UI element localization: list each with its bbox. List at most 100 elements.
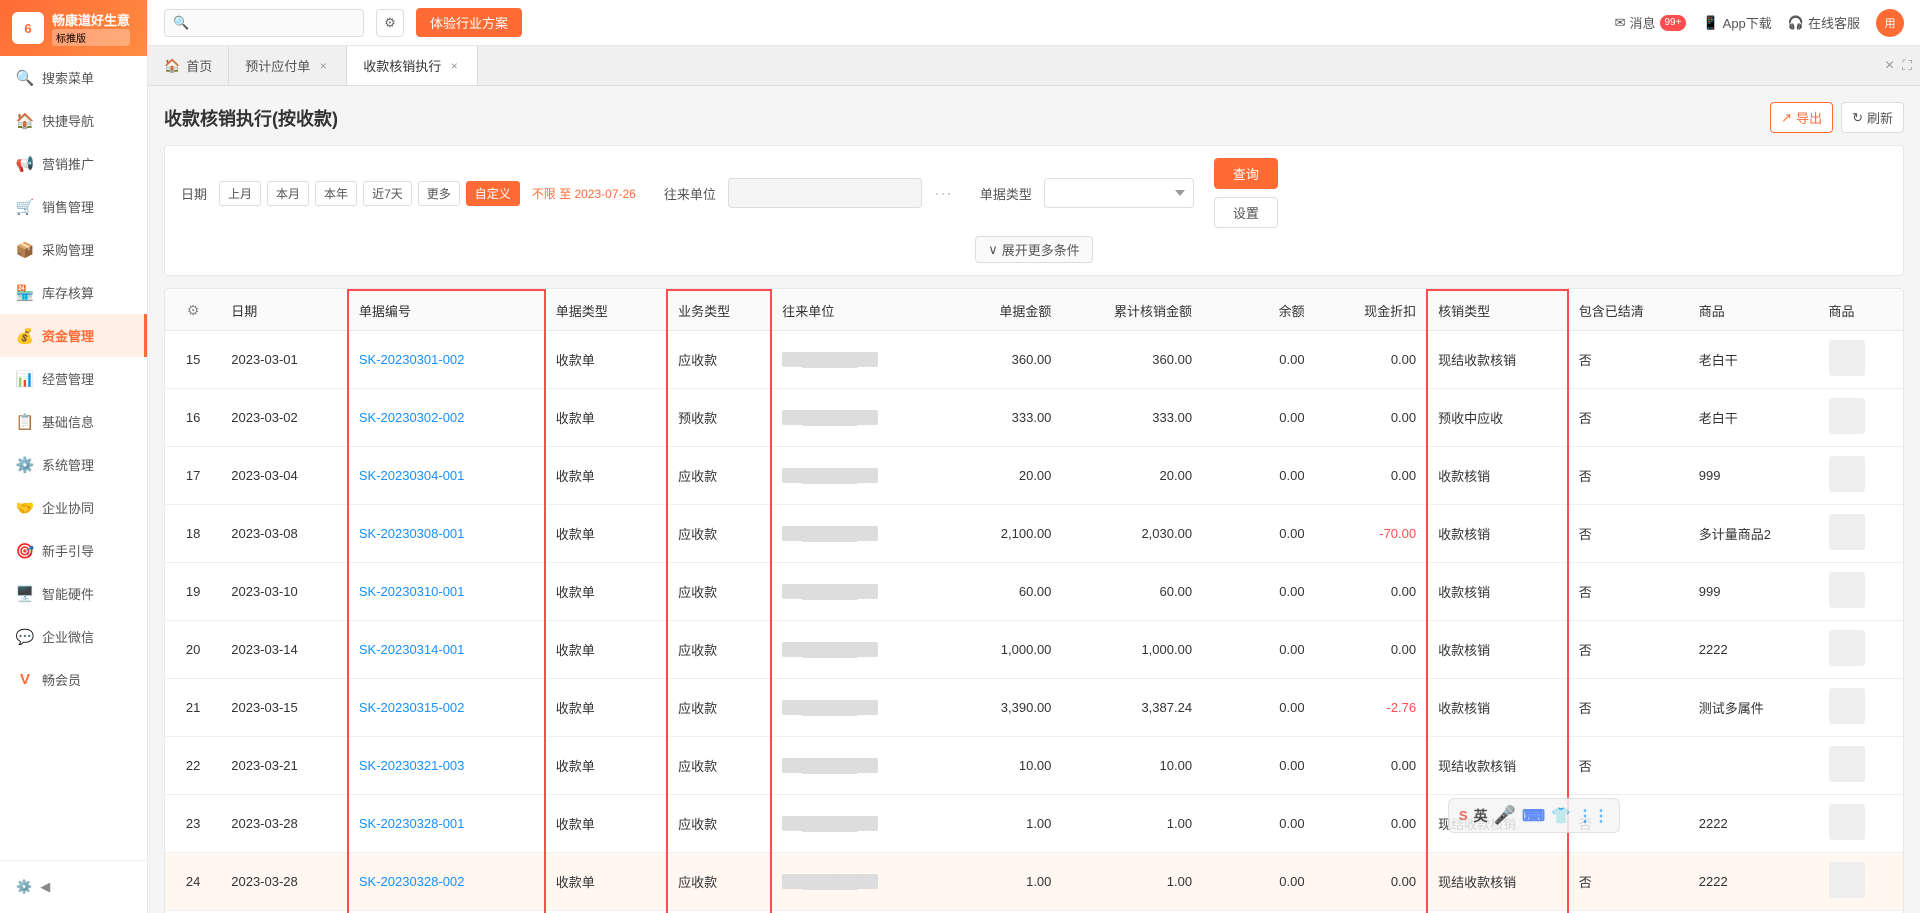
cell-doctype: 收款单 (545, 679, 667, 737)
cell-included: 否 (1568, 389, 1689, 447)
newbie-icon: 🎯 (16, 542, 34, 560)
cell-canceltype: 预收中应收 (1427, 389, 1568, 447)
cell-balance: 0.00 (1202, 331, 1315, 389)
th-discount: 现金折扣 (1315, 290, 1428, 331)
partner-input[interactable] (728, 178, 922, 208)
filter-date-range: 不限 至 2023-07-26 (532, 185, 636, 202)
cell-included: 否 (1568, 679, 1689, 737)
tab-fullscreen-icon[interactable]: ⛶ (1902, 57, 1912, 74)
export-button[interactable]: ↗ 导出 (1770, 102, 1833, 133)
column-settings-icon[interactable]: ⚙ (187, 302, 200, 318)
sidebar-item-shortcut[interactable]: 🏠 快捷导航 (0, 99, 147, 142)
cell-included: 否 (1568, 737, 1689, 795)
th-partner: 往来单位 (771, 290, 935, 331)
cell-amount: 2,100.00 (935, 505, 1062, 563)
date-btn-this-month[interactable]: 本月 (267, 181, 309, 206)
cell-balance: 0.00 (1202, 389, 1315, 447)
sidebar-item-wechat[interactable]: 💬 企业微信 (0, 615, 147, 658)
cell-amount: 1.00 (935, 795, 1062, 853)
industry-solution-button[interactable]: 体验行业方案 (416, 8, 522, 37)
date-btn-this-year[interactable]: 本年 (315, 181, 357, 206)
th-amount: 单据金额 (935, 290, 1062, 331)
sidebar-item-operations[interactable]: 📊 经营管理 (0, 357, 147, 400)
date-btn-last-month[interactable]: 上月 (219, 181, 261, 206)
cell-goods: 2222 (1689, 795, 1819, 853)
online-service-button[interactable]: 🎧 在线客服 (1788, 13, 1860, 32)
cell-cumamt: 3,387.24 (1061, 679, 1202, 737)
tab-prepay[interactable]: 预计应付单 × (229, 46, 347, 85)
sidebar-item-marketing[interactable]: 📢 营销推广 (0, 142, 147, 185)
cell-partner: ██████ (771, 331, 935, 389)
cell-date: 2023-03-04 (221, 447, 348, 505)
cell-num: 24 (165, 853, 221, 911)
sidebar-item-purchase[interactable]: 📦 采购管理 (0, 228, 147, 271)
cell-num: 19 (165, 563, 221, 621)
finance-icon: 💰 (16, 327, 34, 345)
date-btn-more[interactable]: 更多 (418, 181, 460, 206)
docno-link[interactable]: SK-20230328-002 (359, 874, 465, 889)
table-wrap: ⚙ 日期 单据编号 单据类型 业务类型 往来单位 单据金额 累计核销金额 余额 … (164, 288, 1904, 913)
cell-biztype: 应收款 (667, 621, 771, 679)
refresh-button[interactable]: ↻ 刷新 (1841, 102, 1904, 133)
sidebar-item-sales[interactable]: 🛒 销售管理 (0, 185, 147, 228)
sidebar-item-basic[interactable]: 📋 基础信息 (0, 400, 147, 443)
app-download-button[interactable]: 📱 App下载 (1702, 13, 1771, 32)
topbar-search-input[interactable] (195, 16, 355, 30)
cell-doctype: 收款单 (545, 389, 667, 447)
sidebar-item-search[interactable]: 🔍 搜索菜单 (0, 56, 147, 99)
sidebar-bottom-settings[interactable]: ⚙️ ◀ (0, 871, 147, 903)
cell-goods: 老白干 (1689, 389, 1819, 447)
query-button[interactable]: 查询 (1214, 158, 1278, 189)
tab-collection-close[interactable]: × (447, 59, 461, 73)
filter-settings-button[interactable]: 设置 (1214, 197, 1278, 228)
docno-link[interactable]: SK-20230328-001 (359, 816, 465, 831)
docno-link[interactable]: SK-20230304-001 (359, 468, 465, 483)
expand-more-button[interactable]: ∨ 展开更多条件 (975, 236, 1093, 263)
docno-link[interactable]: SK-20230314-001 (359, 642, 465, 657)
docno-link[interactable]: SK-20230301-002 (359, 352, 465, 367)
sidebar-item-finance[interactable]: 💰 资金管理 (0, 314, 147, 357)
tab-home[interactable]: 🏠 首页 (148, 46, 229, 85)
docno-link[interactable]: SK-20230310-001 (359, 584, 465, 599)
cell-doctype: 收款单 (545, 621, 667, 679)
docno-link[interactable]: SK-20230315-002 (359, 700, 465, 715)
tab-prepay-close[interactable]: × (316, 59, 330, 73)
docno-link[interactable]: SK-20230308-001 (359, 526, 465, 541)
sidebar-item-enterprise[interactable]: 🤝 企业协同 (0, 486, 147, 529)
action-buttons: 查询 设置 (1214, 158, 1278, 228)
date-btn-7days[interactable]: 近7天 (363, 181, 412, 206)
docno-link[interactable]: SK-20230302-002 (359, 410, 465, 425)
doctype-select[interactable] (1044, 178, 1194, 208)
table-row: 23 2023-03-28 SK-20230328-001 收款单 应收款 ██… (165, 795, 1903, 853)
user-avatar[interactable]: 用 (1876, 9, 1904, 37)
inventory-icon: 🏪 (16, 284, 34, 302)
topbar-gear-button[interactable]: ⚙ (376, 9, 404, 37)
cell-biztype: 应收款 (667, 795, 771, 853)
docno-link[interactable]: SK-20230321-003 (359, 758, 465, 773)
date-btn-custom[interactable]: 自定义 (466, 181, 520, 206)
topbar-search-box[interactable]: 🔍 (164, 9, 364, 37)
cell-cumamt: 1.00 (1061, 795, 1202, 853)
tab-collection[interactable]: 收款核销执行 × (347, 46, 478, 85)
sidebar-item-member[interactable]: V 畅会员 (0, 658, 147, 701)
hardware-icon: 🖥️ (16, 585, 34, 603)
cell-biztype: 应收款 (667, 331, 771, 389)
sidebar-item-system[interactable]: ⚙️ 系统管理 (0, 443, 147, 486)
sidebar-item-inventory[interactable]: 🏪 库存核算 (0, 271, 147, 314)
cell-date: 2023-03-08 (221, 505, 348, 563)
tab-close-all-icon[interactable]: × (1885, 57, 1894, 75)
cell-canceltype: 收款核销 (1427, 621, 1568, 679)
sidebar-logo: 6 畅康道好生意 标推版 (0, 0, 147, 56)
cell-partner: ██████ (771, 853, 935, 911)
table-row: 22 2023-03-21 SK-20230321-003 收款单 应收款 ██… (165, 737, 1903, 795)
message-button[interactable]: ✉ 消息 99+ (1615, 13, 1687, 32)
th-doctype: 单据类型 (545, 290, 667, 331)
table-body: 15 2023-03-01 SK-20230301-002 收款单 应收款 ██… (165, 331, 1903, 913)
basic-icon: 📋 (16, 413, 34, 431)
cell-goodsimg (1819, 737, 1903, 795)
sidebar-item-newbie[interactable]: 🎯 新手引导 (0, 529, 147, 572)
sidebar-item-hardware[interactable]: 🖥️ 智能硬件 (0, 572, 147, 615)
topbar-right: ✉ 消息 99+ 📱 App下载 🎧 在线客服 用 (1615, 9, 1904, 37)
table-row: 17 2023-03-04 SK-20230304-001 收款单 应收款 ██… (165, 447, 1903, 505)
cell-canceltype: 收款核销 (1427, 447, 1568, 505)
